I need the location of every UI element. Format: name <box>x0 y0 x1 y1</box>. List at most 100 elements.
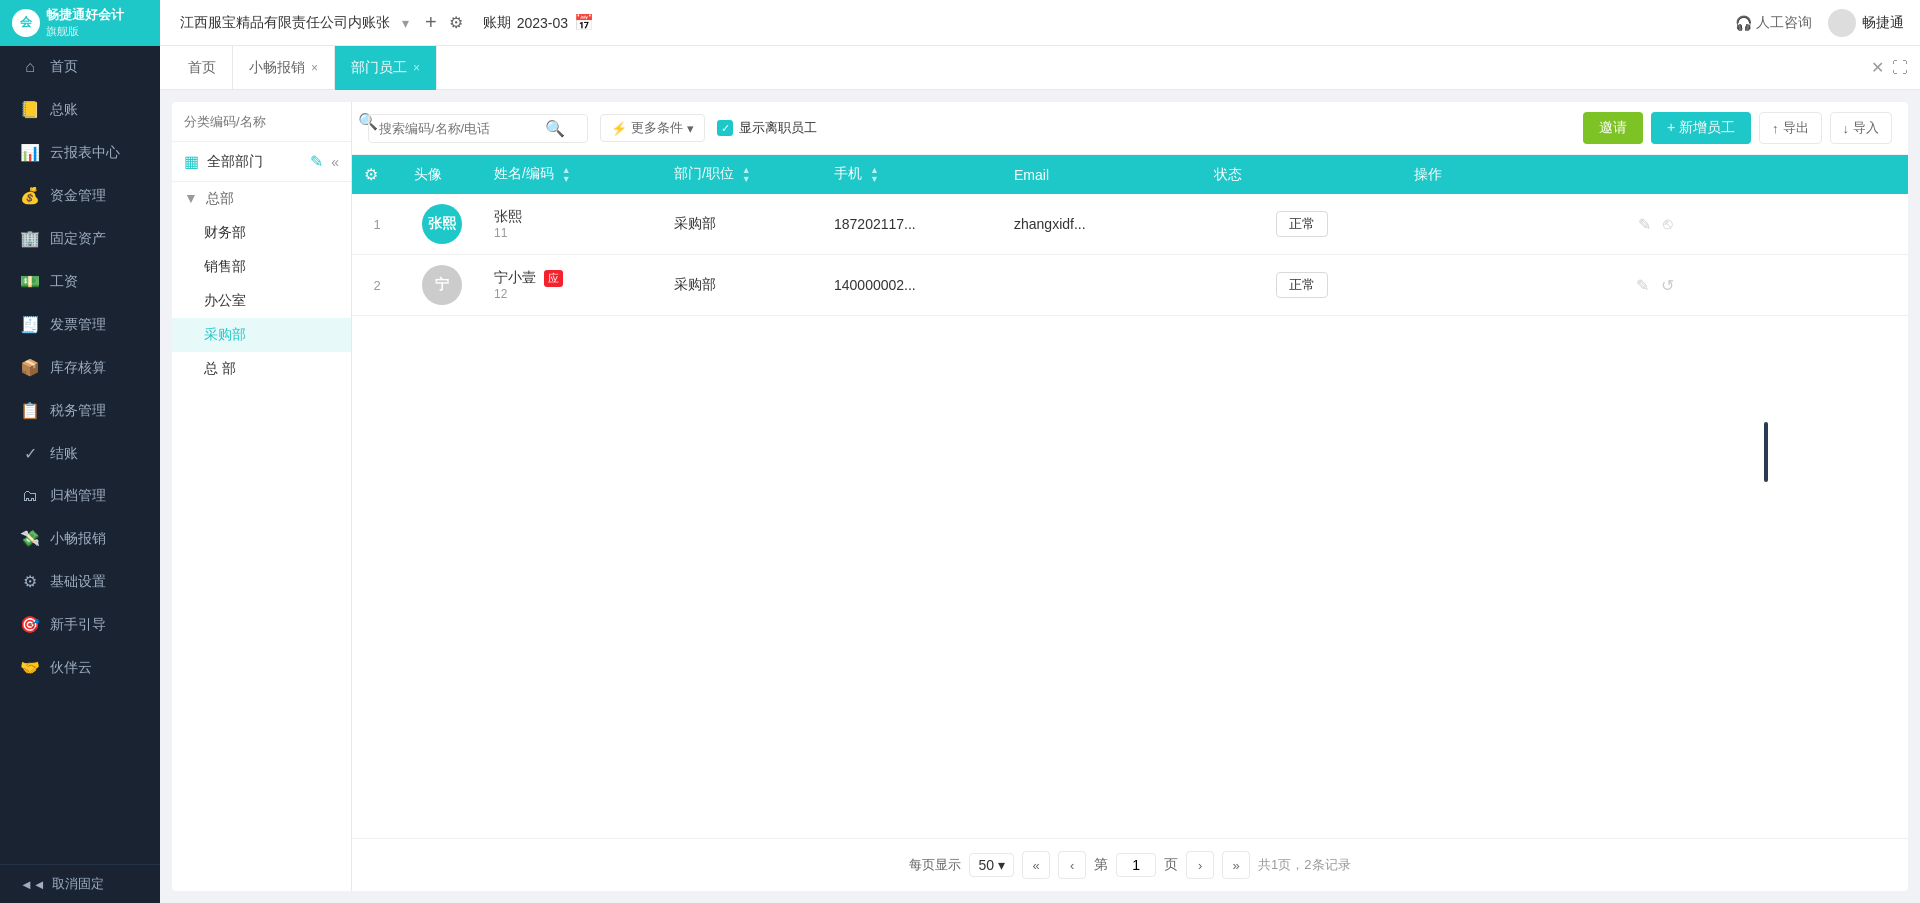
assets-icon: 🏢 <box>20 229 40 248</box>
dept-node-finance[interactable]: 财务部 <box>172 216 351 250</box>
sidebar-label-funds: 资金管理 <box>50 187 106 205</box>
sidebar-label-home: 首页 <box>50 58 78 76</box>
th-settings[interactable]: ⚙ <box>352 155 402 194</box>
di-label: 第 <box>1094 856 1108 874</box>
dept-zongbu-label: 总部 <box>206 190 234 206</box>
sidebar-label-tax: 税务管理 <box>50 402 106 420</box>
show-resigned-area[interactable]: ✓ 显示离职员工 <box>717 119 817 137</box>
logo-sub-text: 旗舰版 <box>46 24 124 39</box>
emp-search-input[interactable] <box>379 121 539 136</box>
more-filter-button[interactable]: ⚡ 更多条件 ▾ <box>600 114 705 142</box>
dropdown-arrow-icon[interactable]: ▾ <box>402 15 409 31</box>
account-period: 账期 2023-03 📅 <box>483 13 594 32</box>
sidebar-item-ledger[interactable]: 📒 总账 <box>0 88 160 131</box>
sidebar-item-inventory[interactable]: 📦 库存核算 <box>0 346 160 389</box>
sidebar-item-expense[interactable]: 💸 小畅报销 <box>0 517 160 560</box>
dept-parent-zongbu[interactable]: ▼ 总部 <box>172 182 351 216</box>
sidebar-item-assets[interactable]: 🏢 固定资产 <box>0 217 160 260</box>
row2-edit-icon[interactable]: ✎ <box>1636 276 1649 295</box>
row2-phone: 140000002... <box>834 277 916 293</box>
tab-dept-emp[interactable]: 部门员工 × <box>335 46 437 90</box>
sidebar-item-payroll[interactable]: 💵 工资 <box>0 260 160 303</box>
sidebar-item-funds[interactable]: 💰 资金管理 <box>0 174 160 217</box>
add-account-icon[interactable]: + <box>425 11 437 34</box>
tab-expense[interactable]: 小畅报销 × <box>233 46 335 90</box>
dept-search-input[interactable] <box>184 114 352 129</box>
archive-icon: 🗂 <box>20 487 40 505</box>
pagination-bar: 每页显示 50 ▾ « ‹ 第 页 › <box>352 838 1908 891</box>
sidebar-item-partner[interactable]: 🤝 伙伴云 <box>0 646 160 689</box>
table-row: 2 宁 宁小壹 应 <box>352 255 1908 316</box>
phone-sort-icon[interactable]: ▲▼ <box>870 166 879 184</box>
service-button[interactable]: 🎧 人工咨询 <box>1735 14 1812 32</box>
sidebar-label-guide: 新手引导 <box>50 616 106 634</box>
next-page-button[interactable]: › <box>1186 851 1214 879</box>
dept-node-general[interactable]: 总 部 <box>172 352 351 386</box>
invite-button[interactable]: 邀请 <box>1583 112 1643 144</box>
tab-home[interactable]: 首页 <box>172 46 233 90</box>
th-dept[interactable]: 部门/职位 ▲▼ <box>662 155 822 194</box>
row1-avatar-circle: 张熙 <box>422 204 462 244</box>
calendar-icon[interactable]: 📅 <box>574 13 594 32</box>
sidebar-label-reports: 云报表中心 <box>50 144 120 162</box>
dept-node-purchase[interactable]: 采购部 <box>172 318 351 352</box>
page-number-input[interactable] <box>1116 853 1156 877</box>
first-page-button[interactable]: « <box>1022 851 1050 879</box>
row2-status-cell: 正常 <box>1202 255 1402 316</box>
prev-page-button[interactable]: ‹ <box>1058 851 1086 879</box>
dept-sidebar: 🔍 ▦ 全部部门 ✎ « ▼ 总部 财务部 <box>172 102 352 891</box>
sidebar-item-tax[interactable]: 📋 税务管理 <box>0 389 160 432</box>
dept-node-office[interactable]: 办公室 <box>172 284 351 318</box>
row1-phone-cell: 187202117... <box>822 194 1002 255</box>
row1-edit-icon[interactable]: ✎ <box>1638 215 1651 234</box>
row2-avatar-circle: 宁 <box>422 265 462 305</box>
sidebar-item-guide[interactable]: 🎯 新手引导 <box>0 603 160 646</box>
table-header: ⚙ 头像 姓名/编码 ▲▼ 部门/职位 <box>352 155 1908 194</box>
table-scroll-area: ⚙ 头像 姓名/编码 ▲▼ 部门/职位 <box>352 155 1908 838</box>
user-area[interactable]: 畅捷通 <box>1828 9 1904 37</box>
dept-general-label: 总 部 <box>204 360 236 376</box>
row2-action-cell: ✎ ↺ <box>1402 255 1908 316</box>
tab-dept-emp-close-icon[interactable]: × <box>413 61 420 75</box>
tab-expense-close-icon[interactable]: × <box>311 61 318 75</box>
sidebar-item-settings[interactable]: ⚙ 基础设置 <box>0 560 160 603</box>
tab-expense-label: 小畅报销 <box>249 59 305 77</box>
th-phone[interactable]: 手机 ▲▼ <box>822 155 1002 194</box>
dept-all-header[interactable]: ▦ 全部部门 ✎ « <box>172 142 351 182</box>
import-button[interactable]: ↓ 导入 <box>1830 112 1893 144</box>
row1-logout-icon[interactable]: ⎋ <box>1663 215 1673 233</box>
row1-name-cell: 张熙 11 <box>482 194 662 255</box>
dept-all-label: 全部部门 <box>207 153 302 171</box>
sidebar-item-invoice[interactable]: 🧾 发票管理 <box>0 303 160 346</box>
dept-sort-icon[interactable]: ▲▼ <box>742 166 751 184</box>
dept-tree: ▼ 总部 财务部 销售部 办公室 采购部 <box>172 182 351 891</box>
gear-icon[interactable]: ⚙ <box>364 166 378 183</box>
tab-expand-button[interactable]: ⛶ <box>1892 58 1908 77</box>
dept-collapse-icon[interactable]: « <box>331 154 339 170</box>
last-page-button[interactable]: » <box>1222 851 1250 879</box>
sidebar-item-close[interactable]: ✓ 结账 <box>0 432 160 475</box>
dept-edit-icon[interactable]: ✎ <box>310 152 323 171</box>
sidebar-label-archive: 归档管理 <box>50 487 106 505</box>
page-size-select[interactable]: 50 ▾ <box>969 853 1014 877</box>
tabs-bar: 首页 小畅报销 × 部门员工 × ✕ ⛶ <box>160 46 1920 90</box>
export-button[interactable]: ↑ 导出 <box>1759 112 1822 144</box>
page-total-label: 共1页，2条记录 <box>1258 856 1350 874</box>
sidebar-item-reports[interactable]: 📊 云报表中心 <box>0 131 160 174</box>
row2-num: 2 <box>352 255 402 316</box>
add-employee-button[interactable]: + 新增员工 <box>1651 112 1751 144</box>
sidebar-item-archive[interactable]: 🗂 归档管理 <box>0 475 160 517</box>
dept-search-area: 🔍 <box>172 102 351 142</box>
sidebar-item-home[interactable]: ⌂ 首页 <box>0 46 160 88</box>
row2-refresh-icon[interactable]: ↺ <box>1661 276 1674 295</box>
dept-node-sales[interactable]: 销售部 <box>172 250 351 284</box>
reports-icon: 📊 <box>20 143 40 162</box>
name-sort-icon[interactable]: ▲▼ <box>562 166 571 184</box>
th-name[interactable]: 姓名/编码 ▲▼ <box>482 155 662 194</box>
show-resigned-checkbox[interactable]: ✓ <box>717 120 733 136</box>
unpin-button[interactable]: ◄◄ 取消固定 <box>0 864 160 903</box>
settings-icon[interactable]: ⚙ <box>449 13 463 32</box>
tab-close-button[interactable]: ✕ <box>1871 58 1884 77</box>
row2-action-icons: ✎ ↺ <box>1414 276 1896 295</box>
emp-search-icon[interactable]: 🔍 <box>545 119 565 138</box>
